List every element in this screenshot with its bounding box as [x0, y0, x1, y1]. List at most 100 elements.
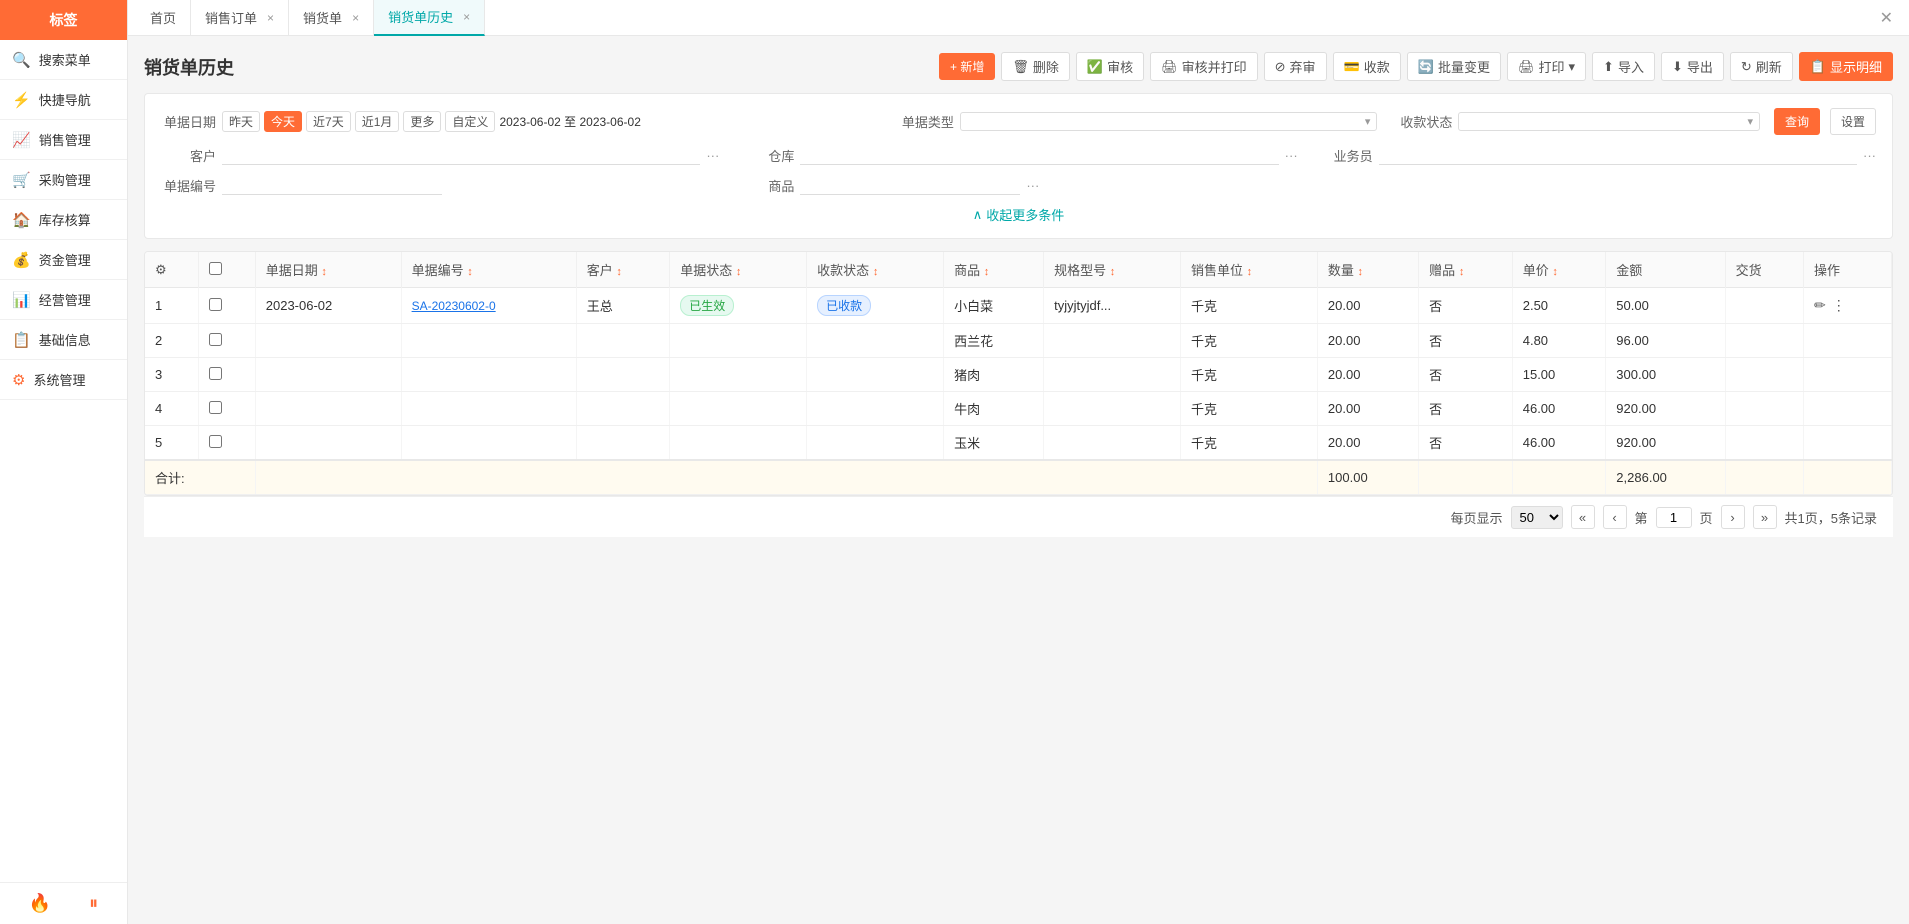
collapse-button[interactable]: ∧ 收起更多条件 — [161, 205, 1876, 224]
page-last-button[interactable]: » — [1753, 505, 1777, 529]
page-first-button[interactable]: « — [1571, 505, 1595, 529]
col-doc-no[interactable]: 单据编号 ↕ — [401, 252, 576, 288]
query-button[interactable]: 查询 — [1774, 108, 1820, 135]
page-number-input[interactable] — [1656, 507, 1692, 528]
col-gift-label: 赠品 — [1429, 263, 1455, 278]
row-checkbox[interactable] — [199, 358, 256, 392]
abandon-button[interactable]: ⊘ 弃审 — [1264, 52, 1327, 81]
row-actions[interactable] — [1804, 358, 1892, 392]
sidebar-item-sys-admin[interactable]: ⚙ 系统管理 — [0, 360, 127, 400]
col-date[interactable]: 单据日期 ↕ — [255, 252, 401, 288]
sidebar-item-operations[interactable]: 📊 经营管理 — [0, 280, 127, 320]
row-sales-unit: 千克 — [1181, 288, 1318, 324]
warehouse-ellipsis[interactable]: ··· — [1285, 148, 1298, 163]
date-btn-yesterday[interactable]: 昨天 — [222, 111, 260, 132]
edit-icon[interactable]: ✏ — [1814, 297, 1826, 314]
row-select-checkbox[interactable] — [209, 367, 222, 380]
collect-status-select[interactable]: ▾ — [1458, 112, 1760, 131]
print-label: 打印 — [1538, 57, 1564, 76]
new-button[interactable]: + 新增 — [939, 53, 995, 80]
row-select-checkbox[interactable] — [209, 435, 222, 448]
tab-sales-order-close[interactable]: × — [267, 11, 274, 25]
select-all-checkbox[interactable] — [209, 262, 222, 275]
row-actions[interactable]: ✏⋮ — [1804, 288, 1892, 324]
export-button[interactable]: ⬇ 导出 — [1661, 52, 1724, 81]
col-settings[interactable]: ⚙ — [145, 252, 199, 288]
tab-sales-history[interactable]: 销货单历史 × — [374, 0, 485, 36]
date-btn-today[interactable]: 今天 — [264, 111, 302, 132]
sidebar-item-purchase-mgmt[interactable]: 🛒 采购管理 — [0, 160, 127, 200]
collect-button[interactable]: 💳 收款 — [1333, 52, 1401, 81]
more-actions-icon[interactable]: ⋮ — [1832, 297, 1846, 314]
row-amount: 920.00 — [1606, 426, 1725, 461]
col-doc-status[interactable]: 单据状态 ↕ — [670, 252, 807, 288]
tab-bar-close-button[interactable]: ✕ — [1872, 8, 1901, 28]
per-page-select[interactable]: 50 100 200 — [1511, 506, 1563, 529]
print-button[interactable]: 🖨 打印 ▾ — [1507, 52, 1586, 81]
show-detail-button[interactable]: 📋 显示明细 — [1799, 52, 1893, 81]
import-button[interactable]: ⬆ 导入 — [1592, 52, 1655, 81]
tab-sales-history-label: 销货单历史 — [388, 7, 453, 26]
col-customer[interactable]: 客户 ↕ — [576, 252, 670, 288]
sidebar-item-quick-nav[interactable]: ⚡ 快捷导航 — [0, 80, 127, 120]
delete-button[interactable]: 🗑 删除 — [1001, 52, 1070, 81]
row-actions[interactable] — [1804, 392, 1892, 426]
doc-no-input[interactable] — [222, 175, 442, 195]
col-unit-price[interactable]: 单价 ↕ — [1512, 252, 1606, 288]
warehouse-input[interactable] — [800, 145, 1278, 165]
col-qty[interactable]: 数量 ↕ — [1317, 252, 1418, 288]
date-btn-7days[interactable]: 近7天 — [306, 111, 351, 132]
sidebar-item-sales-mgmt[interactable]: 📈 销售管理 — [0, 120, 127, 160]
settings-button[interactable]: 设置 — [1830, 108, 1876, 135]
tab-sales-goods[interactable]: 销货单 × — [289, 0, 374, 36]
fire-icon[interactable]: 🔥 — [29, 893, 51, 914]
row-amount: 50.00 — [1606, 288, 1725, 324]
col-spec-type[interactable]: 规格型号 ↕ — [1044, 252, 1181, 288]
page-next-button[interactable]: › — [1721, 505, 1745, 529]
col-gift[interactable]: 赠品 ↕ — [1419, 252, 1513, 288]
date-btn-1month[interactable]: 近1月 — [355, 111, 400, 132]
batch-change-label: 批量变更 — [1438, 57, 1490, 76]
row-select-checkbox[interactable] — [209, 298, 222, 311]
row-select-checkbox[interactable] — [209, 401, 222, 414]
customer-ellipsis[interactable]: ··· — [706, 148, 719, 163]
row-checkbox[interactable] — [199, 426, 256, 461]
tab-sales-history-close[interactable]: × — [463, 10, 470, 24]
audit-button[interactable]: ✅ 审核 — [1076, 52, 1144, 81]
tab-home[interactable]: 首页 — [136, 0, 191, 36]
pause-icon[interactable]: ⏸ — [89, 893, 98, 914]
col-sales-unit[interactable]: 销售单位 ↕ — [1181, 252, 1318, 288]
audit-print-button[interactable]: 🖨 审核并打印 — [1150, 52, 1258, 81]
batch-change-button[interactable]: 🔄 批量变更 — [1407, 52, 1501, 81]
row-actions[interactable] — [1804, 426, 1892, 461]
summary-empty3 — [1512, 460, 1606, 495]
refresh-button[interactable]: ↻ 刷新 — [1730, 52, 1793, 81]
tab-sales-goods-close[interactable]: × — [352, 11, 359, 25]
doc-type-select[interactable]: ▾ — [960, 112, 1378, 131]
row-checkbox[interactable] — [199, 392, 256, 426]
col-collect-status[interactable]: 收款状态 ↕ — [807, 252, 944, 288]
doc-no-link[interactable]: SA-20230602-0 — [412, 299, 496, 313]
salesperson-ellipsis[interactable]: ··· — [1863, 148, 1876, 163]
row-actions[interactable] — [1804, 324, 1892, 358]
salesperson-input[interactable] — [1379, 145, 1857, 165]
date-btn-custom[interactable]: 自定义 — [445, 111, 495, 132]
page-prev-button[interactable]: ‹ — [1603, 505, 1627, 529]
row-select-checkbox[interactable] — [209, 333, 222, 346]
customer-input[interactable] — [222, 145, 700, 165]
row-no: 2 — [145, 324, 199, 358]
goods-input[interactable] — [800, 175, 1020, 195]
row-doc-no[interactable]: SA-20230602-0 — [401, 288, 576, 324]
date-label: 单据日期 — [161, 112, 216, 131]
sidebar-item-basic-info[interactable]: 📋 基础信息 — [0, 320, 127, 360]
sidebar-item-inventory[interactable]: 🏠 库存核算 — [0, 200, 127, 240]
date-btn-more[interactable]: 更多 — [403, 111, 441, 132]
sidebar-item-search-menu[interactable]: 🔍 搜索菜单 — [0, 40, 127, 80]
sidebar-item-finance[interactable]: 💰 资金管理 — [0, 240, 127, 280]
row-checkbox[interactable] — [199, 288, 256, 324]
row-checkbox[interactable] — [199, 324, 256, 358]
col-goods-label: 商品 — [954, 263, 980, 278]
col-goods[interactable]: 商品 ↕ — [944, 252, 1044, 288]
tab-sales-order[interactable]: 销售订单 × — [191, 0, 289, 36]
goods-ellipsis[interactable]: ··· — [1026, 178, 1039, 193]
